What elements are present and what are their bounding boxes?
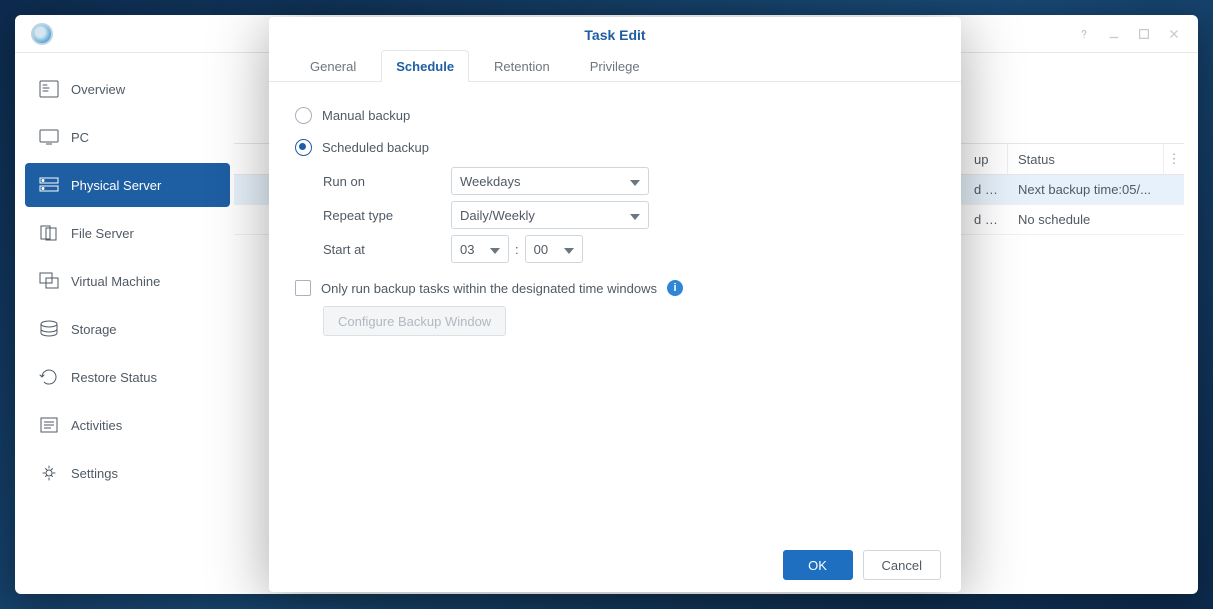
label-start-at: Start at [323, 242, 451, 257]
cell-up: d up ... [964, 182, 1008, 197]
cell-status: Next backup time:05/... [1008, 182, 1164, 197]
radio-label: Scheduled backup [322, 140, 429, 155]
configure-backup-window-button: Configure Backup Window [323, 306, 506, 336]
sidebar-item-label: PC [71, 130, 89, 145]
chevron-down-icon [630, 208, 640, 223]
sidebar-item-label: Settings [71, 466, 118, 481]
sidebar-item-label: Virtual Machine [71, 274, 160, 289]
label-run-on: Run on [323, 174, 451, 189]
sidebar-item-storage[interactable]: Storage [25, 307, 230, 351]
server-icon [39, 176, 59, 194]
sidebar-item-pc[interactable]: PC [25, 115, 230, 159]
checkbox-label: Only run backup tasks within the designa… [321, 281, 657, 296]
select-start-hour[interactable]: 03 [451, 235, 509, 263]
sidebar-item-activities[interactable]: Activities [25, 403, 230, 447]
sidebar-item-label: Overview [71, 82, 125, 97]
sidebar-item-file-server[interactable]: File Server [25, 211, 230, 255]
tab-schedule[interactable]: Schedule [381, 50, 469, 82]
chevron-down-icon [490, 242, 500, 257]
help-icon[interactable] [1072, 22, 1096, 46]
sidebar-item-label: Activities [71, 418, 122, 433]
col-header-up[interactable]: up [964, 144, 1008, 174]
checkbox-only-window[interactable] [295, 280, 311, 296]
sidebar-item-virtual-machine[interactable]: Virtual Machine [25, 259, 230, 303]
ok-button[interactable]: OK [783, 550, 853, 580]
tab-privilege[interactable]: Privilege [575, 50, 655, 82]
radio-scheduled-backup[interactable] [295, 139, 312, 156]
maximize-icon[interactable] [1132, 22, 1156, 46]
activities-icon [39, 416, 59, 434]
modal-title: Task Edit [269, 17, 961, 49]
sidebar-item-settings[interactable]: Settings [25, 451, 230, 495]
radio-manual-backup[interactable] [295, 107, 312, 124]
sidebar-item-label: Physical Server [71, 178, 161, 193]
sidebar-item-label: Storage [71, 322, 117, 337]
minimize-icon[interactable] [1102, 22, 1126, 46]
modal-tabbar: General Schedule Retention Privilege [269, 49, 961, 82]
sidebar-item-restore-status[interactable]: Restore Status [25, 355, 230, 399]
col-header-status[interactable]: Status [1008, 144, 1164, 174]
col-header-menu[interactable]: ⋮ [1164, 144, 1184, 174]
cell-status: No schedule [1008, 212, 1164, 227]
overview-icon [39, 80, 59, 98]
time-separator: : [509, 242, 525, 257]
restore-icon [39, 368, 59, 386]
select-start-minute[interactable]: 00 [525, 235, 583, 263]
modal-footer: OK Cancel [269, 538, 961, 592]
sidebar-item-overview[interactable]: Overview [25, 67, 230, 111]
vm-icon [39, 272, 59, 290]
modal-body: Manual backup Scheduled backup Run on We… [269, 82, 961, 538]
task-edit-modal: Task Edit General Schedule Retention Pri… [269, 17, 961, 592]
sidebar-item-label: File Server [71, 226, 134, 241]
chevron-down-icon [564, 242, 574, 257]
cell-up: d up ... [964, 212, 1008, 227]
sidebar-item-physical-server[interactable]: Physical Server [25, 163, 230, 207]
select-run-on[interactable]: Weekdays [451, 167, 649, 195]
label-repeat-type: Repeat type [323, 208, 451, 223]
tab-general[interactable]: General [295, 50, 371, 82]
window-controls [1072, 22, 1192, 46]
info-icon[interactable]: i [667, 280, 683, 296]
cancel-button[interactable]: Cancel [863, 550, 941, 580]
gear-icon [39, 464, 59, 482]
chevron-down-icon [630, 174, 640, 189]
radio-label: Manual backup [322, 108, 410, 123]
select-repeat-type[interactable]: Daily/Weekly [451, 201, 649, 229]
close-icon[interactable] [1162, 22, 1186, 46]
file-server-icon [39, 224, 59, 242]
tab-retention[interactable]: Retention [479, 50, 565, 82]
sidebar: Overview PC Physical Server File Server … [15, 53, 240, 594]
sidebar-item-label: Restore Status [71, 370, 157, 385]
app-logo-icon [31, 23, 53, 45]
pc-icon [39, 128, 59, 146]
storage-icon [39, 320, 59, 338]
